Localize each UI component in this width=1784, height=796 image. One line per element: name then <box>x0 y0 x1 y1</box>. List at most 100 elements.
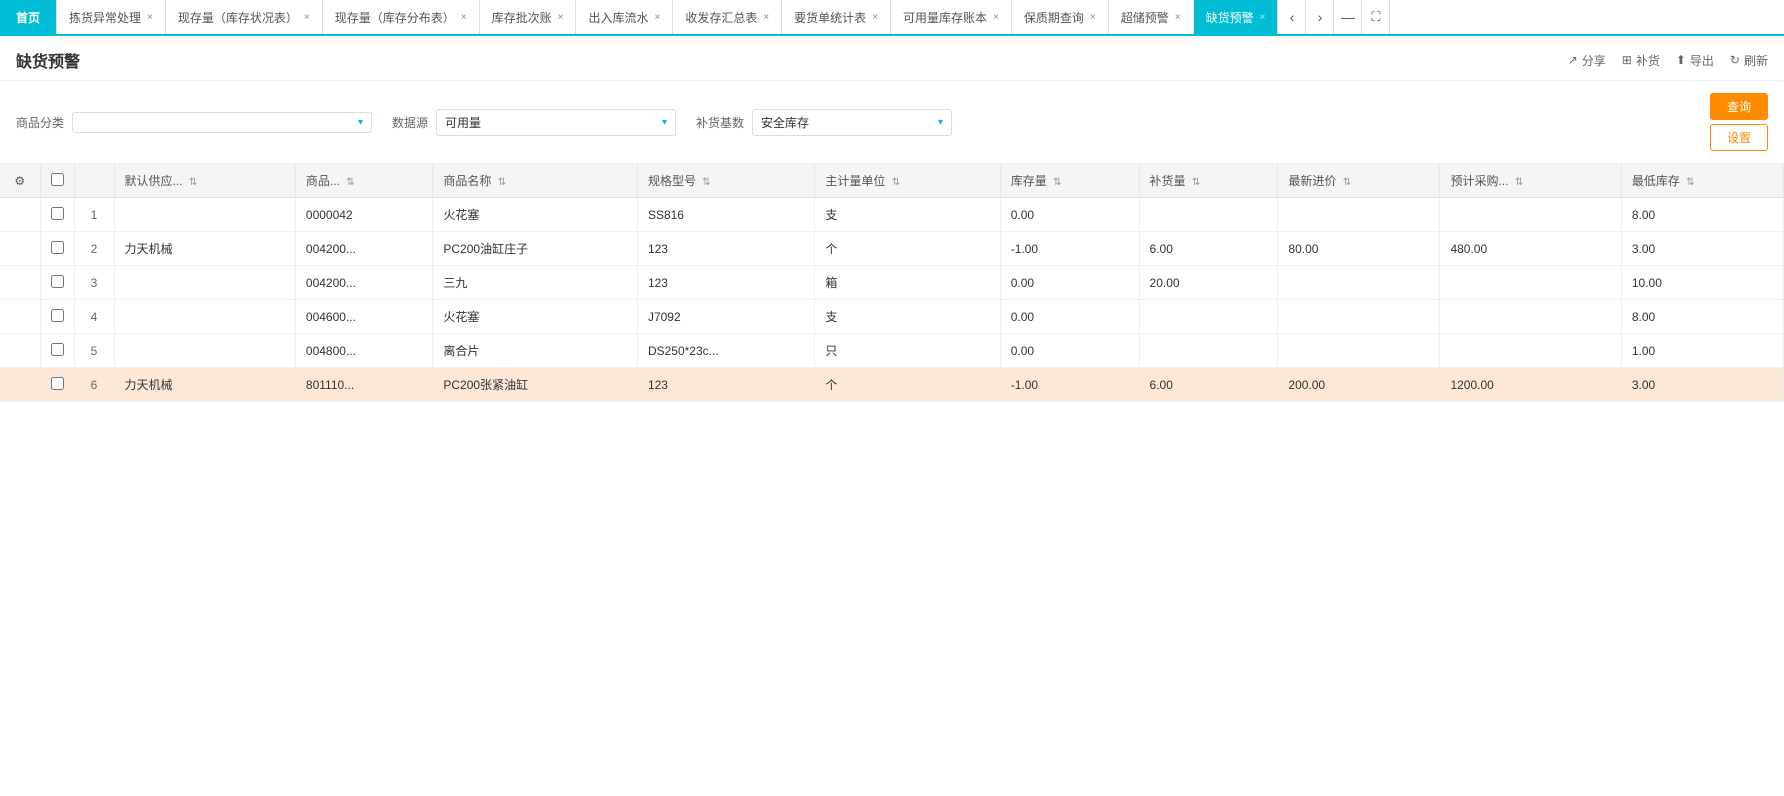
table-row: 4 004600... 火花塞 J7092 支 0.00 8.00 <box>0 300 1784 334</box>
tab-close-icon[interactable]: × <box>654 12 660 23</box>
tab-demand-stats[interactable]: 要货单统计表× <box>782 0 891 34</box>
col-stock[interactable]: 库存量 ⇅ <box>1000 164 1139 198</box>
query-button[interactable]: 查询 <box>1710 93 1768 120</box>
tab-label: 现存量（库存状况表） <box>178 9 298 26</box>
tab-inventory-dist[interactable]: 现存量（库存分布表） × <box>323 0 480 34</box>
row-check[interactable] <box>40 232 74 266</box>
sort-unit-icon: ⇅ <box>892 177 900 188</box>
row-stock: -1.00 <box>1000 368 1139 402</box>
tab-close-icon[interactable]: × <box>1175 12 1181 23</box>
tab-close-icon[interactable]: × <box>1090 12 1096 23</box>
category-chevron-icon: ▾ <box>358 117 363 128</box>
row-supplier <box>114 266 295 300</box>
tab-inventory-status[interactable]: 现存量（库存状况表） × <box>166 0 323 34</box>
category-select[interactable]: ▾ <box>72 112 372 133</box>
row-gear[interactable] <box>0 266 40 300</box>
tab-close-icon[interactable]: × <box>147 12 153 23</box>
tab-shortage-warning[interactable]: 缺货预警 × <box>1194 0 1279 34</box>
col-min-stock[interactable]: 最低库存 ⇅ <box>1621 164 1783 198</box>
row-product-code: 0000042 <box>295 198 432 232</box>
check-all-input[interactable] <box>51 173 64 186</box>
replenish-base-chevron-icon: ▾ <box>938 117 943 128</box>
refresh-action[interactable]: ↻ 刷新 <box>1730 52 1768 69</box>
tab-close-icon[interactable]: × <box>558 12 564 23</box>
col-spec[interactable]: 规格型号 ⇅ <box>637 164 814 198</box>
col-num <box>74 164 114 198</box>
col-supplier[interactable]: 默认供应... ⇅ <box>114 164 295 198</box>
row-gear[interactable] <box>0 232 40 266</box>
share-icon: ↗ <box>1568 53 1578 67</box>
col-unit[interactable]: 主计量单位 ⇅ <box>815 164 1000 198</box>
tab-label: 缺货预警 <box>1206 9 1254 26</box>
row-replenish: 6.00 <box>1139 232 1278 266</box>
row-num: 2 <box>74 232 114 266</box>
col-replenish[interactable]: 补货量 ⇅ <box>1139 164 1278 198</box>
replenish-base-select[interactable]: 安全库存 ▾ <box>752 109 952 136</box>
replenish-action[interactable]: ⊞ 补货 <box>1622 52 1660 69</box>
row-estimated-purchase: 480.00 <box>1440 232 1621 266</box>
tab-expiry-query[interactable]: 保质期查询× <box>1012 0 1109 34</box>
tab-batch-account[interactable]: 库存批次账× <box>480 0 577 34</box>
row-spec: 123 <box>637 368 814 402</box>
tab-stock-exception[interactable]: 拣货异常处理× <box>57 0 166 34</box>
tab-close-icon[interactable]: × <box>993 12 999 23</box>
row-gear[interactable] <box>0 198 40 232</box>
tab-close-icon[interactable]: × <box>1260 12 1266 23</box>
settings-button[interactable]: 设置 <box>1710 124 1768 151</box>
row-check[interactable] <box>40 266 74 300</box>
row-num: 5 <box>74 334 114 368</box>
tab-home[interactable]: 首页 <box>0 0 57 34</box>
row-gear[interactable] <box>0 368 40 402</box>
table-row: 3 004200... 三九 123 箱 0.00 20.00 10.00 <box>0 266 1784 300</box>
tab-overstock-warning[interactable]: 超储预警× <box>1109 0 1194 34</box>
tab-collect-summary[interactable]: 收发存汇总表 × <box>673 0 782 34</box>
tab-prev-btn[interactable]: ‹ <box>1278 0 1306 34</box>
refresh-icon: ↻ <box>1730 53 1740 67</box>
tab-close-icon[interactable]: × <box>872 12 878 23</box>
tab-close-icon[interactable]: × <box>763 12 769 23</box>
col-estimated-purchase[interactable]: 预计采购... ⇅ <box>1440 164 1621 198</box>
row-stock: -1.00 <box>1000 232 1139 266</box>
row-product-name: 火花塞 <box>433 300 638 334</box>
tab-available-ledger[interactable]: 可用量库存账本 × <box>891 0 1012 34</box>
datasource-select[interactable]: 可用量 ▾ <box>436 109 676 136</box>
row-spec: SS816 <box>637 198 814 232</box>
row-latest-price <box>1278 334 1440 368</box>
col-product-code[interactable]: 商品... ⇅ <box>295 164 432 198</box>
sort-supplier-icon: ⇅ <box>189 177 197 188</box>
col-latest-price[interactable]: 最新进价 ⇅ <box>1278 164 1440 198</box>
replenish-base-label: 补货基数 <box>696 114 744 131</box>
tab-label: 现存量（库存分布表） <box>335 9 455 26</box>
row-gear[interactable] <box>0 334 40 368</box>
tab-close-icon[interactable]: × <box>304 12 310 23</box>
sort-product-name-icon: ⇅ <box>498 177 506 188</box>
export-action[interactable]: ⬆ 导出 <box>1676 52 1714 69</box>
table-container: ⚙ 默认供应... ⇅ 商品... ⇅ 商品名称 ⇅ <box>0 164 1784 402</box>
tab-close-icon[interactable]: × <box>461 12 467 23</box>
row-check[interactable] <box>40 300 74 334</box>
row-num: 3 <box>74 266 114 300</box>
tab-label: 收发存汇总表 <box>685 9 757 26</box>
row-unit: 个 <box>815 368 1000 402</box>
table-row: 5 004800... 离合片 DS250*23c... 只 0.00 1.00 <box>0 334 1784 368</box>
row-check[interactable] <box>40 334 74 368</box>
col-gear[interactable]: ⚙ <box>0 164 40 198</box>
row-stock: 0.00 <box>1000 300 1139 334</box>
row-gear[interactable] <box>0 300 40 334</box>
share-action[interactable]: ↗ 分享 <box>1568 52 1606 69</box>
replenish-label: 补货 <box>1636 52 1660 69</box>
col-product-name[interactable]: 商品名称 ⇅ <box>433 164 638 198</box>
tab-inout-flow[interactable]: 出入库流水 × <box>576 0 673 34</box>
tab-close-all-btn[interactable]: ⛶ <box>1362 0 1390 34</box>
row-check[interactable] <box>40 368 74 402</box>
row-product-name: 三九 <box>433 266 638 300</box>
tab-label: 出入库流水 <box>588 9 648 26</box>
tab-next-btn[interactable]: › <box>1306 0 1334 34</box>
table-header: ⚙ 默认供应... ⇅ 商品... ⇅ 商品名称 ⇅ <box>0 164 1784 198</box>
row-min-stock: 3.00 <box>1621 368 1783 402</box>
sort-latest-price-icon: ⇅ <box>1343 177 1351 188</box>
col-check-all[interactable] <box>40 164 74 198</box>
row-check[interactable] <box>40 198 74 232</box>
tab-minimize-btn[interactable]: — <box>1334 0 1362 34</box>
tab-label: 可用量库存账本 <box>903 9 987 26</box>
